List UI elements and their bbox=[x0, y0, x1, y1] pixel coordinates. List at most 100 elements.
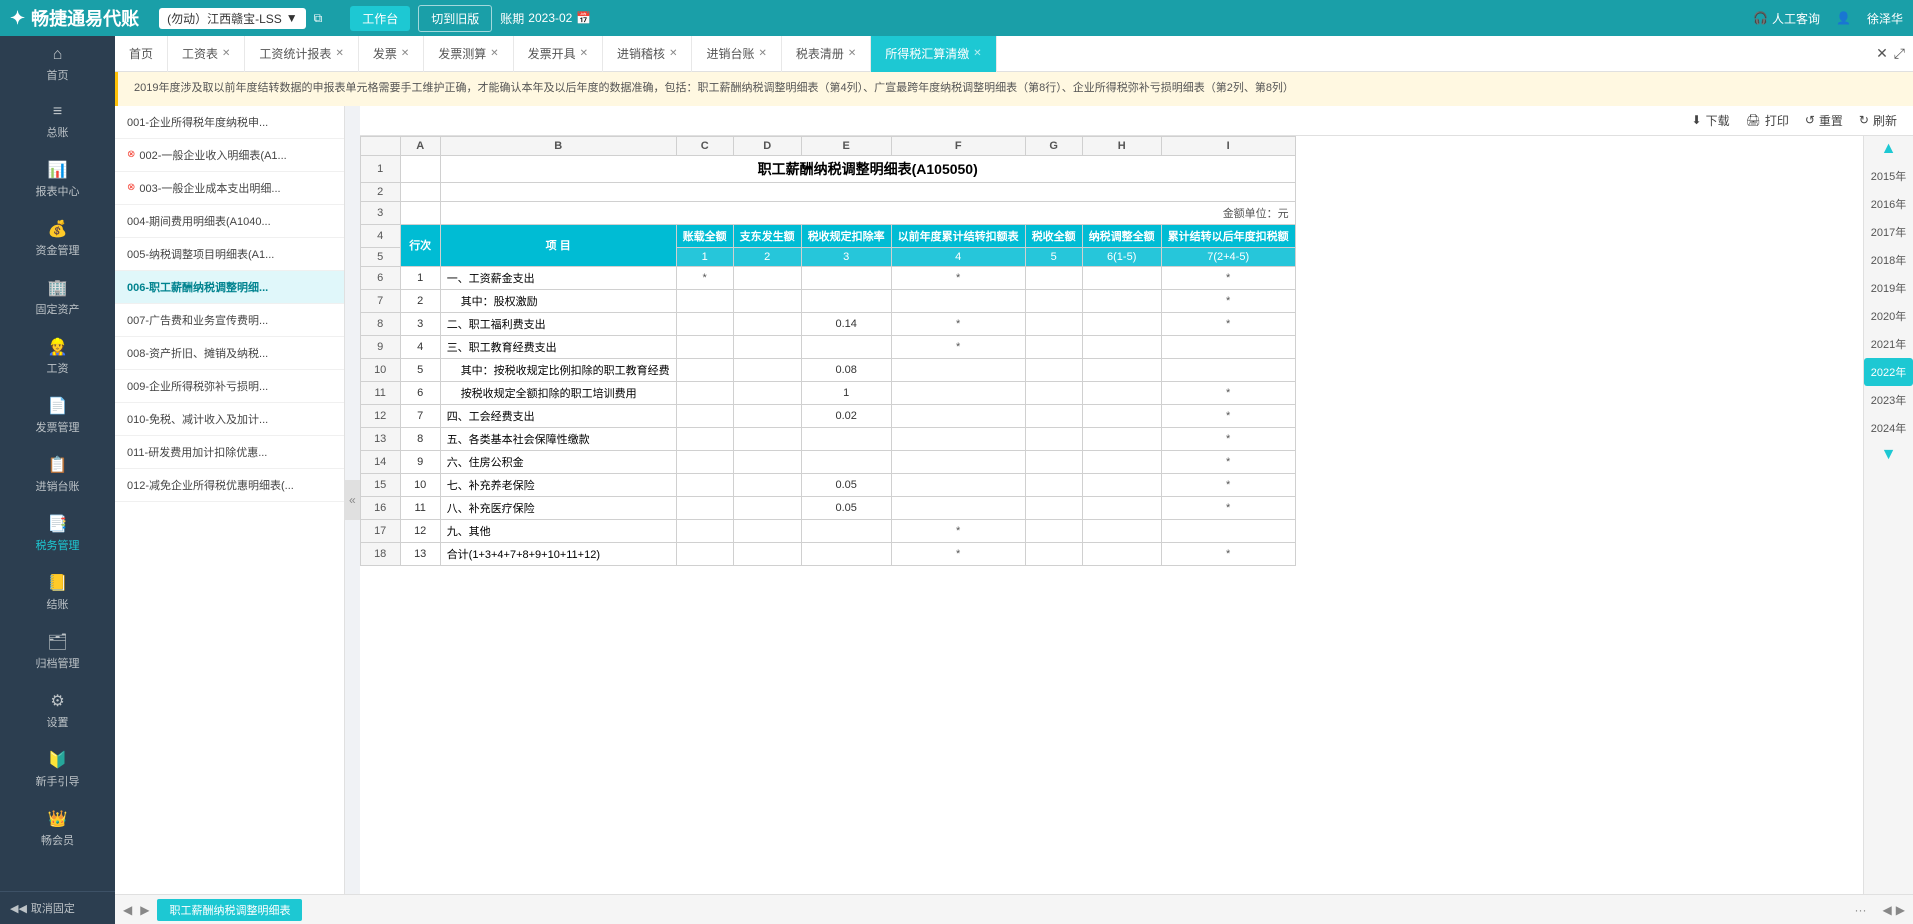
year-2022[interactable]: 2022年 bbox=[1864, 358, 1913, 386]
tab-close-all[interactable]: ✕ bbox=[1876, 45, 1888, 62]
left-menu-item-012[interactable]: 012-减免企业所得税优惠明细表(... bbox=[115, 469, 344, 502]
col3-num: 3 bbox=[801, 247, 891, 266]
home-icon: ⌂ bbox=[53, 46, 63, 64]
tab-purchase-audit[interactable]: 进销稽核 ✕ bbox=[603, 36, 692, 72]
sidebar-item-tax[interactable]: 📑 税务管理 bbox=[0, 504, 115, 563]
col2-header: 支东发生额 bbox=[733, 224, 801, 247]
left-menu-item-006[interactable]: 006-职工薪酬纳税调整明细... bbox=[115, 271, 344, 304]
col4-header: 以前年度累计结转扣额表 bbox=[891, 224, 1025, 247]
tab-close-tax-table[interactable]: ✕ bbox=[848, 48, 856, 59]
sidebar-item-guide[interactable]: 🔰 新手引导 bbox=[0, 740, 115, 799]
left-menu-item-007[interactable]: 007-广告费和业务宣传费明... bbox=[115, 304, 344, 337]
bottom-scroll-right[interactable]: ▶ bbox=[140, 903, 149, 917]
bottom-scroll-left[interactable]: ◀ bbox=[123, 903, 132, 917]
top-bar: ✦ 畅捷通易代账 (勿动）江西赣宝-LSS ▼ ⧉ 工作台 切到旧版 账期 20… bbox=[0, 0, 1913, 36]
refresh-button[interactable]: ↻ 刷新 bbox=[1859, 112, 1897, 129]
year-2017[interactable]: 2017年 bbox=[1864, 218, 1913, 246]
left-menu-item-001[interactable]: 001-企业所得税年度纳税申... bbox=[115, 106, 344, 139]
tab-close-purchase-audit[interactable]: ✕ bbox=[669, 48, 677, 59]
main-table: A B C D E F G H I bbox=[360, 136, 1296, 566]
tab-close-invoice-issue[interactable]: ✕ bbox=[580, 48, 588, 59]
year-2016[interactable]: 2016年 bbox=[1864, 190, 1913, 218]
reset-button[interactable]: ↺ 重置 bbox=[1805, 112, 1843, 129]
left-menu-item-011[interactable]: 011-研发费用加计扣除优惠... bbox=[115, 436, 344, 469]
year-2023[interactable]: 2023年 bbox=[1864, 386, 1913, 414]
tab-invoice-calc[interactable]: 发票测算 ✕ bbox=[424, 36, 513, 72]
tab-invoice-issue[interactable]: 发票开具 ✕ bbox=[514, 36, 603, 72]
table-row: 13 8 五、各类基本社会保障性缴款 bbox=[360, 427, 1295, 450]
sidebar-item-settings[interactable]: ⚙ 设置 bbox=[0, 681, 115, 740]
support-button[interactable]: 🎧 人工客询 bbox=[1753, 10, 1820, 27]
year-2019[interactable]: 2019年 bbox=[1864, 274, 1913, 302]
left-menu-item-010[interactable]: 010-免税、减计收入及加计... bbox=[115, 403, 344, 436]
table-wrapper: A B C D E F G H I bbox=[360, 136, 1863, 894]
sidebar-item-assets[interactable]: 🏢 固定资产 bbox=[0, 268, 115, 327]
left-menu-item-004[interactable]: 004-期间费用明细表(A1040... bbox=[115, 205, 344, 238]
tab-close-payroll-stats[interactable]: ✕ bbox=[335, 48, 343, 59]
table-row: 10 5 其中：按税收规定比例扣除的职工教育经费 0.08 bbox=[360, 358, 1295, 381]
sidebar-item-archive[interactable]: 🗂 归档管理 bbox=[0, 622, 115, 681]
year-2018[interactable]: 2018年 bbox=[1864, 246, 1913, 274]
user-name[interactable]: 徐泽华 bbox=[1867, 10, 1903, 27]
collapse-left-panel-button[interactable]: « bbox=[345, 480, 360, 520]
left-menu-item-005[interactable]: 005-纳税调整项目明细表(A1... bbox=[115, 238, 344, 271]
tab-payroll[interactable]: 工资表 ✕ bbox=[168, 36, 245, 72]
table-row: 7 2 其中：股权激励 bbox=[360, 289, 1295, 312]
year-scroll-down-button[interactable]: ▼ bbox=[1877, 442, 1901, 468]
table-row: 6 1 一、工资薪金支出 * * bbox=[360, 266, 1295, 289]
table-row: 16 11 八、补充医疗保险 0.05 bbox=[360, 496, 1295, 519]
header-row-main: 4 行次 项 目 账载全额 支东发生额 税收规定扣除率 以前年度累计结转扣额表 … bbox=[360, 224, 1295, 247]
sidebar-item-funds[interactable]: 💰 资金管理 bbox=[0, 209, 115, 268]
tab-payroll-stats[interactable]: 工资统计报表 ✕ bbox=[245, 36, 358, 72]
tab-bar-end: ✕ ⤢ bbox=[1868, 45, 1913, 62]
logo-text: 畅捷通易代账 bbox=[31, 5, 139, 31]
col-header-E: E bbox=[801, 136, 891, 155]
sidebar-item-payroll[interactable]: 👷 工资 bbox=[0, 327, 115, 386]
logo-icon: ✦ bbox=[10, 8, 25, 29]
company-selector[interactable]: (勿动）江西赣宝-LSS ▼ bbox=[159, 8, 306, 29]
bottom-horizontal-scroll[interactable]: ◀ ▶ bbox=[1883, 903, 1905, 917]
tab-close-income-tax[interactable]: ✕ bbox=[973, 48, 981, 59]
scroll-left-icon[interactable]: ◀ bbox=[1883, 903, 1892, 917]
tab-invoice[interactable]: 发票 ✕ bbox=[359, 36, 424, 72]
tab-home[interactable]: 首页 bbox=[115, 36, 168, 72]
download-button[interactable]: ⬇ 下载 bbox=[1692, 112, 1730, 129]
left-menu-panel: 001-企业所得税年度纳税申... ⊗ 002-一般企业收入明细表(A1... … bbox=[115, 106, 345, 894]
left-menu-item-009[interactable]: 009-企业所得税弥补亏损明... bbox=[115, 370, 344, 403]
chevron-down-icon: ▼ bbox=[286, 11, 298, 25]
col-header-F: F bbox=[891, 136, 1025, 155]
bottom-more-button[interactable]: ··· bbox=[1855, 903, 1867, 917]
left-menu-item-008[interactable]: 008-资产折旧、摊销及纳税... bbox=[115, 337, 344, 370]
scroll-right-icon[interactable]: ▶ bbox=[1896, 903, 1905, 917]
col-header-H: H bbox=[1082, 136, 1161, 155]
year-2020[interactable]: 2020年 bbox=[1864, 302, 1913, 330]
sidebar-item-member[interactable]: 👑 畅会员 bbox=[0, 799, 115, 858]
tab-close-purchase-ledger[interactable]: ✕ bbox=[758, 48, 766, 59]
calendar-icon[interactable]: 📅 bbox=[576, 11, 591, 25]
sidebar-item-close[interactable]: 📒 结账 bbox=[0, 563, 115, 622]
table-row: 8 3 二、职工福利费支出 0.14 * bbox=[360, 312, 1295, 335]
left-menu-item-003[interactable]: ⊗ 003-一般企业成本支出明细... bbox=[115, 172, 344, 205]
sidebar-item-ledger[interactable]: ≡ 总账 bbox=[0, 93, 115, 150]
sidebar-item-invoice-mgmt[interactable]: 📄 发票管理 bbox=[0, 386, 115, 445]
tab-maximize[interactable]: ⤢ bbox=[1894, 45, 1905, 62]
bottom-sheet-tab[interactable]: 职工薪酬纳税调整明细表 bbox=[157, 899, 302, 921]
tab-income-tax[interactable]: 所得税汇算清缴 ✕ bbox=[871, 36, 996, 72]
tab-close-payroll[interactable]: ✕ bbox=[222, 48, 230, 59]
year-2021[interactable]: 2021年 bbox=[1864, 330, 1913, 358]
tab-tax-table[interactable]: 税表清册 ✕ bbox=[782, 36, 871, 72]
tab-close-invoice[interactable]: ✕ bbox=[401, 48, 409, 59]
sidebar-item-reports[interactable]: 📊 报表中心 bbox=[0, 150, 115, 209]
year-2024[interactable]: 2024年 bbox=[1864, 414, 1913, 442]
print-button[interactable]: 🖨 打印 bbox=[1746, 112, 1789, 129]
left-menu-item-002[interactable]: ⊗ 002-一般企业收入明细表(A1... bbox=[115, 139, 344, 172]
tab-purchase-ledger[interactable]: 进销台账 ✕ bbox=[692, 36, 781, 72]
sidebar-item-purchase-sales[interactable]: 📋 进销台账 bbox=[0, 445, 115, 504]
year-scroll-up-button[interactable]: ▲ bbox=[1877, 136, 1901, 162]
year-2015[interactable]: 2015年 bbox=[1864, 162, 1913, 190]
old-version-button[interactable]: 切到旧版 bbox=[418, 5, 492, 32]
cancel-fixed-button[interactable]: ◀◀ 取消固定 bbox=[0, 891, 115, 924]
tab-close-invoice-calc[interactable]: ✕ bbox=[490, 48, 498, 59]
sidebar-item-home[interactable]: ⌂ 首页 bbox=[0, 36, 115, 93]
workspace-button[interactable]: 工作台 bbox=[350, 6, 410, 31]
